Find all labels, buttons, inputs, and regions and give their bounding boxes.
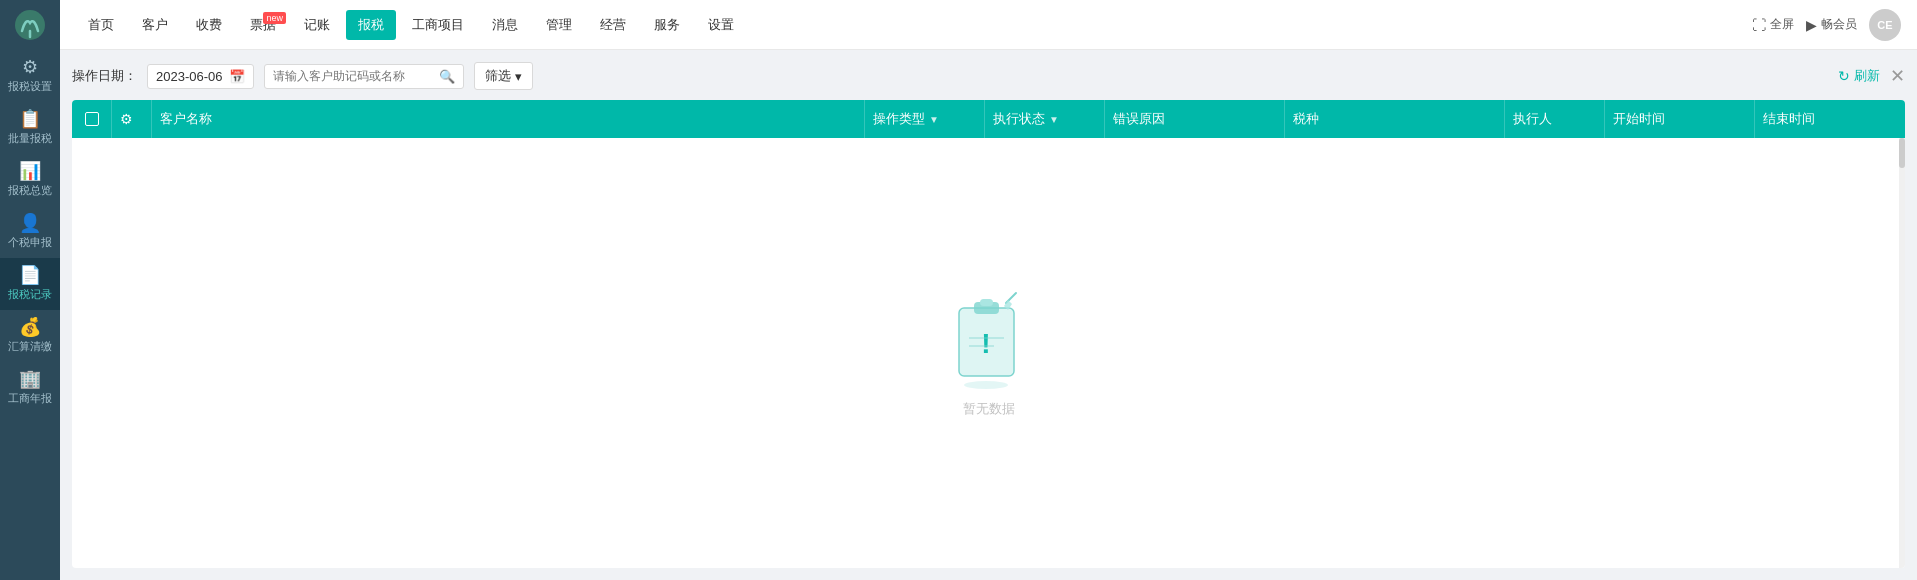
th-error-reason: 错误原因 [1105, 100, 1285, 138]
record-icon: 📄 [19, 266, 41, 284]
sidebar: ⚙ 报税设置 📋 批量报税 📊 报税总览 👤 个税申报 📄 报税记录 💰 汇算清… [0, 0, 60, 580]
toolbar: 操作日期： 2023-06-06 📅 🔍 筛选 ▾ ↻ 刷新 ✕ [72, 62, 1905, 90]
th-executor: 执行人 [1505, 100, 1605, 138]
fullscreen-icon: ⛶ [1752, 17, 1766, 33]
svg-text:!: ! [981, 328, 990, 359]
sidebar-item-baoshuishezhi[interactable]: ⚙ 报税设置 [0, 50, 60, 102]
nav-item-shoufei[interactable]: 收费 [184, 10, 234, 40]
th-start-time: 开始时间 [1605, 100, 1755, 138]
fullscreen-button[interactable]: ⛶ 全屏 [1752, 16, 1794, 33]
video-icon: ▶ [1806, 17, 1817, 33]
svg-rect-4 [980, 299, 993, 306]
nav-item-jingying[interactable]: 经营 [588, 10, 638, 40]
nav-item-kehu[interactable]: 客户 [130, 10, 180, 40]
th-client-name: 客户名称 [152, 100, 865, 138]
scrollbar-thumb[interactable] [1899, 138, 1905, 168]
th-checkbox[interactable] [72, 100, 112, 138]
nav-item-shouye[interactable]: 首页 [76, 10, 126, 40]
page-content: 操作日期： 2023-06-06 📅 🔍 筛选 ▾ ↻ 刷新 ✕ [60, 50, 1917, 580]
refresh-icon: ↻ [1838, 68, 1850, 84]
th-exec-status[interactable]: 执行状态 ▼ [985, 100, 1105, 138]
sidebar-item-geshuishenbao[interactable]: 👤 个税申报 [0, 206, 60, 258]
date-label: 操作日期： [72, 67, 137, 85]
nav-item-baoshui[interactable]: 报税 [346, 10, 396, 40]
table-header: ⚙ 客户名称 操作类型 ▼ 执行状态 ▼ 错误原因 税种 [72, 100, 1905, 138]
search-box: 🔍 [264, 64, 464, 89]
svg-point-10 [964, 381, 1008, 389]
empty-state: ! 暂无数据 [944, 288, 1034, 418]
sidebar-item-gongshangnianbaol[interactable]: 🏢 工商年报 [0, 362, 60, 414]
refresh-button[interactable]: ↻ 刷新 [1838, 67, 1880, 85]
main-wrapper: 首页 客户 收费 票据 new 记账 报税 工商项目 消息 管理 经营 服务 设… [60, 0, 1917, 580]
nav-item-piaoju[interactable]: 票据 new [238, 10, 288, 40]
user-avatar[interactable]: CE [1869, 9, 1901, 41]
settlement-icon: 💰 [19, 318, 41, 336]
th-tax-type: 税种 [1285, 100, 1505, 138]
personal-tax-icon: 👤 [19, 214, 41, 232]
select-all-checkbox[interactable] [85, 112, 99, 126]
date-value: 2023-06-06 [156, 69, 223, 84]
batch-tax-icon: 📋 [19, 110, 41, 128]
th-settings: ⚙ [112, 100, 152, 138]
th-operation-type[interactable]: 操作类型 ▼ [865, 100, 985, 138]
overview-icon: 📊 [19, 162, 41, 180]
sidebar-item-baoshuizonglan[interactable]: 📊 报税总览 [0, 154, 60, 206]
empty-text: 暂无数据 [963, 400, 1015, 418]
top-nav: 首页 客户 收费 票据 new 记账 报税 工商项目 消息 管理 经营 服务 设… [60, 0, 1917, 50]
nav-items: 首页 客户 收费 票据 new 记账 报税 工商项目 消息 管理 经营 服务 设… [76, 10, 1752, 40]
date-picker[interactable]: 2023-06-06 📅 [147, 64, 254, 89]
th-end-time: 结束时间 [1755, 100, 1905, 138]
table-body: ! 暂无数据 [72, 138, 1905, 568]
close-button[interactable]: ✕ [1890, 65, 1905, 87]
column-settings-icon[interactable]: ⚙ [120, 111, 133, 127]
filter-arrow-icon-2: ▼ [1049, 114, 1059, 125]
search-input[interactable] [273, 69, 435, 83]
empty-illustration: ! [944, 288, 1034, 388]
nav-item-shezhi[interactable]: 设置 [696, 10, 746, 40]
sidebar-item-huisuanqingjiao[interactable]: 💰 汇算清缴 [0, 310, 60, 362]
chevron-down-icon: ▾ [515, 69, 522, 84]
member-button[interactable]: ▶ 畅会员 [1806, 16, 1857, 33]
data-table: ⚙ 客户名称 操作类型 ▼ 执行状态 ▼ 错误原因 税种 [72, 100, 1905, 568]
nav-item-guanli[interactable]: 管理 [534, 10, 584, 40]
scrollbar-track[interactable] [1899, 138, 1905, 568]
top-nav-right: ⛶ 全屏 ▶ 畅会员 CE [1752, 9, 1901, 41]
settings-icon: ⚙ [22, 58, 38, 76]
filter-arrow-icon: ▼ [929, 114, 939, 125]
sidebar-item-piliangshuiwu[interactable]: 📋 批量报税 [0, 102, 60, 154]
nav-item-jizhang[interactable]: 记账 [292, 10, 342, 40]
sidebar-item-baoshuijilu[interactable]: 📄 报税记录 [0, 258, 60, 310]
new-badge: new [263, 12, 286, 25]
calendar-icon: 📅 [229, 69, 245, 84]
nav-item-gongshangxiangmu[interactable]: 工商项目 [400, 10, 476, 40]
app-logo [0, 0, 60, 50]
annual-report-icon: 🏢 [19, 370, 41, 388]
filter-button[interactable]: 筛选 ▾ [474, 62, 533, 90]
search-icon: 🔍 [439, 69, 455, 84]
nav-item-xiaoxi[interactable]: 消息 [480, 10, 530, 40]
nav-item-fuwu[interactable]: 服务 [642, 10, 692, 40]
